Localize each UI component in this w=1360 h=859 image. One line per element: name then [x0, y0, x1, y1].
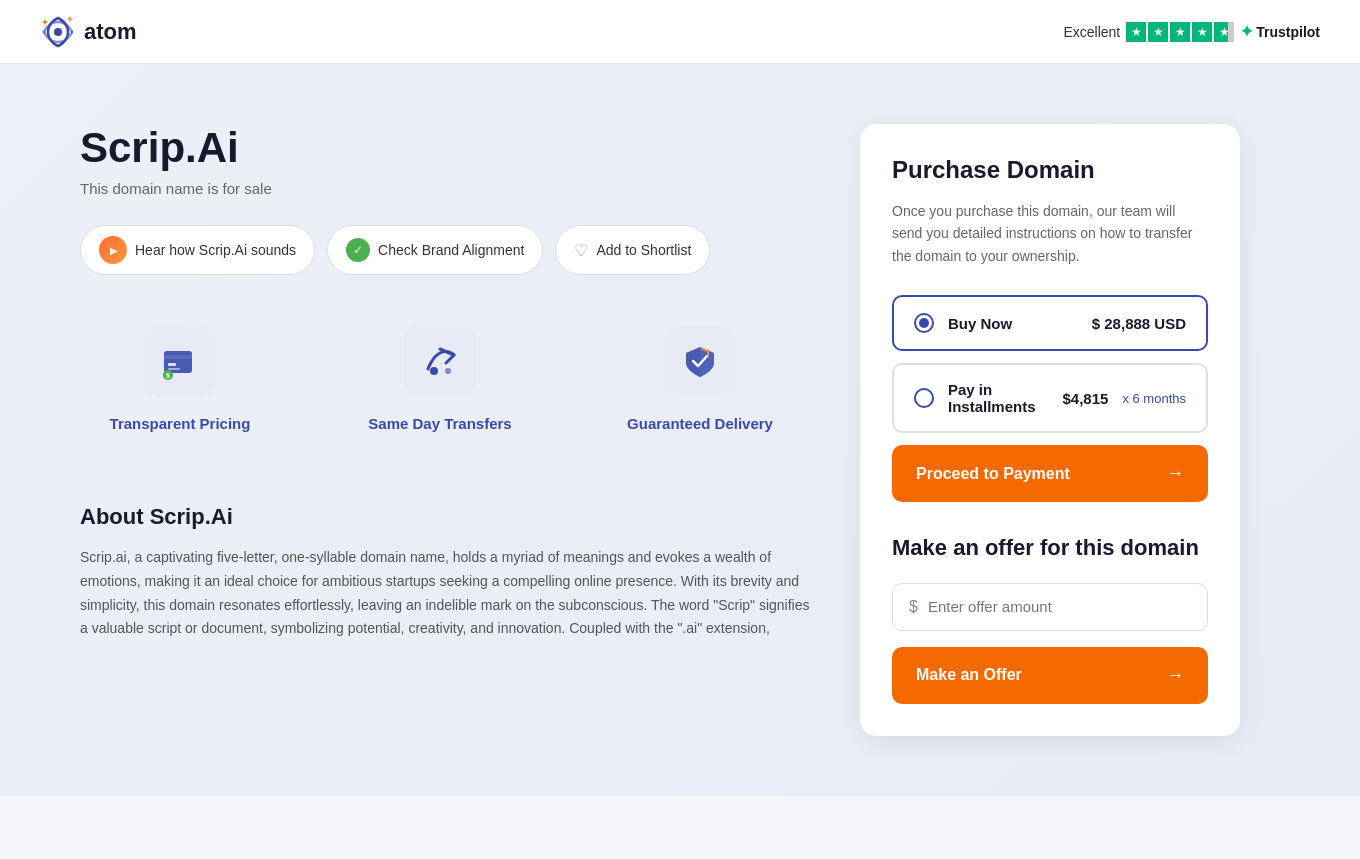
transparent-pricing-icon-wrap: $	[144, 325, 216, 397]
svg-rect-3	[168, 363, 176, 366]
guaranteed-delivery-icon	[680, 341, 720, 381]
feature-guaranteed-delivery: Guaranteed Delivery	[600, 325, 800, 434]
hear-domain-button[interactable]: ▶ Hear how Scrip.Ai sounds	[80, 225, 315, 275]
purchase-card: Purchase Domain Once you purchase this d…	[860, 124, 1240, 736]
checkmark: ✓	[353, 243, 363, 257]
features-section: $ Transparent Pricing	[80, 275, 820, 484]
buy-now-label: Buy Now	[948, 315, 1078, 332]
installments-months: x 6 months	[1122, 391, 1186, 406]
proceed-to-payment-button[interactable]: Proceed to Payment →	[892, 445, 1208, 502]
trustpilot-tp-star: ✦	[1240, 22, 1253, 41]
domain-title: Scrip.Ai	[80, 124, 820, 172]
proceed-label: Proceed to Payment	[916, 465, 1070, 483]
offer-section-title: Make an offer for this domain	[892, 534, 1208, 563]
about-section: About Scrip.Ai Scrip.ai, a captivating f…	[80, 484, 820, 661]
make-offer-label: Make an Offer	[916, 666, 1022, 684]
page-wrapper: atom Excellent ★ ★ ★ ★ ★ ✦ Trustpilot	[0, 0, 1360, 859]
transparent-pricing-label: Transparent Pricing	[110, 413, 251, 434]
svg-rect-4	[168, 368, 180, 370]
installments-price: $4,815	[1063, 390, 1109, 407]
guaranteed-delivery-label: Guaranteed Delivery	[627, 413, 773, 434]
domain-info: Scrip.Ai This domain name is for sale ▶ …	[80, 124, 820, 275]
trustpilot-stars: ★ ★ ★ ★ ★	[1126, 22, 1234, 42]
buy-now-radio	[914, 313, 934, 333]
star-3: ★	[1170, 22, 1190, 42]
svg-point-7	[430, 367, 438, 375]
offer-input-wrap: $	[892, 583, 1208, 631]
svg-rect-2	[164, 355, 192, 359]
buy-now-option[interactable]: Buy Now $ 28,888 USD	[892, 295, 1208, 351]
trustpilot-logo: ✦ Trustpilot	[1240, 22, 1320, 41]
dollar-sign-icon: $	[909, 598, 918, 616]
play-triangle: ▶	[110, 245, 118, 256]
purchase-description: Once you purchase this domain, our team …	[892, 200, 1208, 267]
trustpilot-widget: Excellent ★ ★ ★ ★ ★ ✦ Trustpilot	[1063, 22, 1320, 42]
hero-section: Scrip.Ai This domain name is for sale ▶ …	[0, 64, 1360, 796]
action-buttons: ▶ Hear how Scrip.Ai sounds ✓ Check Brand…	[80, 225, 820, 275]
star-2: ★	[1148, 22, 1168, 42]
header: atom Excellent ★ ★ ★ ★ ★ ✦ Trustpilot	[0, 0, 1360, 64]
svg-point-8	[445, 368, 451, 374]
proceed-arrow-icon: →	[1166, 463, 1184, 484]
transparent-pricing-icon: $	[160, 341, 200, 381]
hear-domain-label: Hear how Scrip.Ai sounds	[135, 242, 296, 258]
feature-same-day-transfers: Same Day Transfers	[340, 325, 540, 434]
same-day-transfers-icon	[420, 341, 460, 381]
check-brand-button[interactable]: ✓ Check Brand Alignment	[327, 225, 543, 275]
buy-now-price: $ 28,888 USD	[1092, 315, 1186, 332]
hero-content-area: Scrip.Ai This domain name is for sale ▶ …	[40, 124, 1320, 736]
trustpilot-brand-label: Trustpilot	[1256, 24, 1320, 40]
about-text: Scrip.ai, a captivating five-letter, one…	[80, 546, 820, 641]
play-icon: ▶	[99, 236, 127, 264]
installments-option[interactable]: Pay in Installments $4,815 x 6 months	[892, 363, 1208, 433]
star-4: ★	[1192, 22, 1212, 42]
about-title: About Scrip.Ai	[80, 504, 820, 530]
installments-label: Pay in Installments	[948, 381, 1049, 415]
svg-text:$: $	[166, 372, 170, 380]
shortlist-button[interactable]: ♡ Add to Shortlist	[555, 225, 710, 275]
make-offer-button[interactable]: Make an Offer →	[892, 647, 1208, 704]
logo-text: atom	[84, 19, 137, 45]
heart-icon: ♡	[574, 241, 588, 260]
star-1: ★	[1126, 22, 1146, 42]
trustpilot-excellent-label: Excellent	[1063, 24, 1120, 40]
purchase-card-title: Purchase Domain	[892, 156, 1208, 184]
make-offer-arrow-icon: →	[1166, 665, 1184, 686]
feature-transparent-pricing: $ Transparent Pricing	[80, 325, 280, 434]
shortlist-label: Add to Shortlist	[596, 242, 691, 258]
guaranteed-delivery-icon-wrap	[664, 325, 736, 397]
atom-logo-icon	[40, 14, 76, 50]
features-grid: $ Transparent Pricing	[80, 325, 820, 434]
same-day-transfers-label: Same Day Transfers	[368, 413, 511, 434]
domain-subtitle: This domain name is for sale	[80, 180, 820, 197]
installments-radio	[914, 388, 934, 408]
left-column: Scrip.Ai This domain name is for sale ▶ …	[80, 124, 820, 661]
check-icon: ✓	[346, 238, 370, 262]
logo: atom	[40, 14, 137, 50]
offer-amount-input[interactable]	[928, 598, 1191, 615]
same-day-transfers-icon-wrap	[404, 325, 476, 397]
check-brand-label: Check Brand Alignment	[378, 242, 524, 258]
star-5: ★	[1214, 22, 1234, 42]
svg-point-0	[54, 28, 62, 36]
